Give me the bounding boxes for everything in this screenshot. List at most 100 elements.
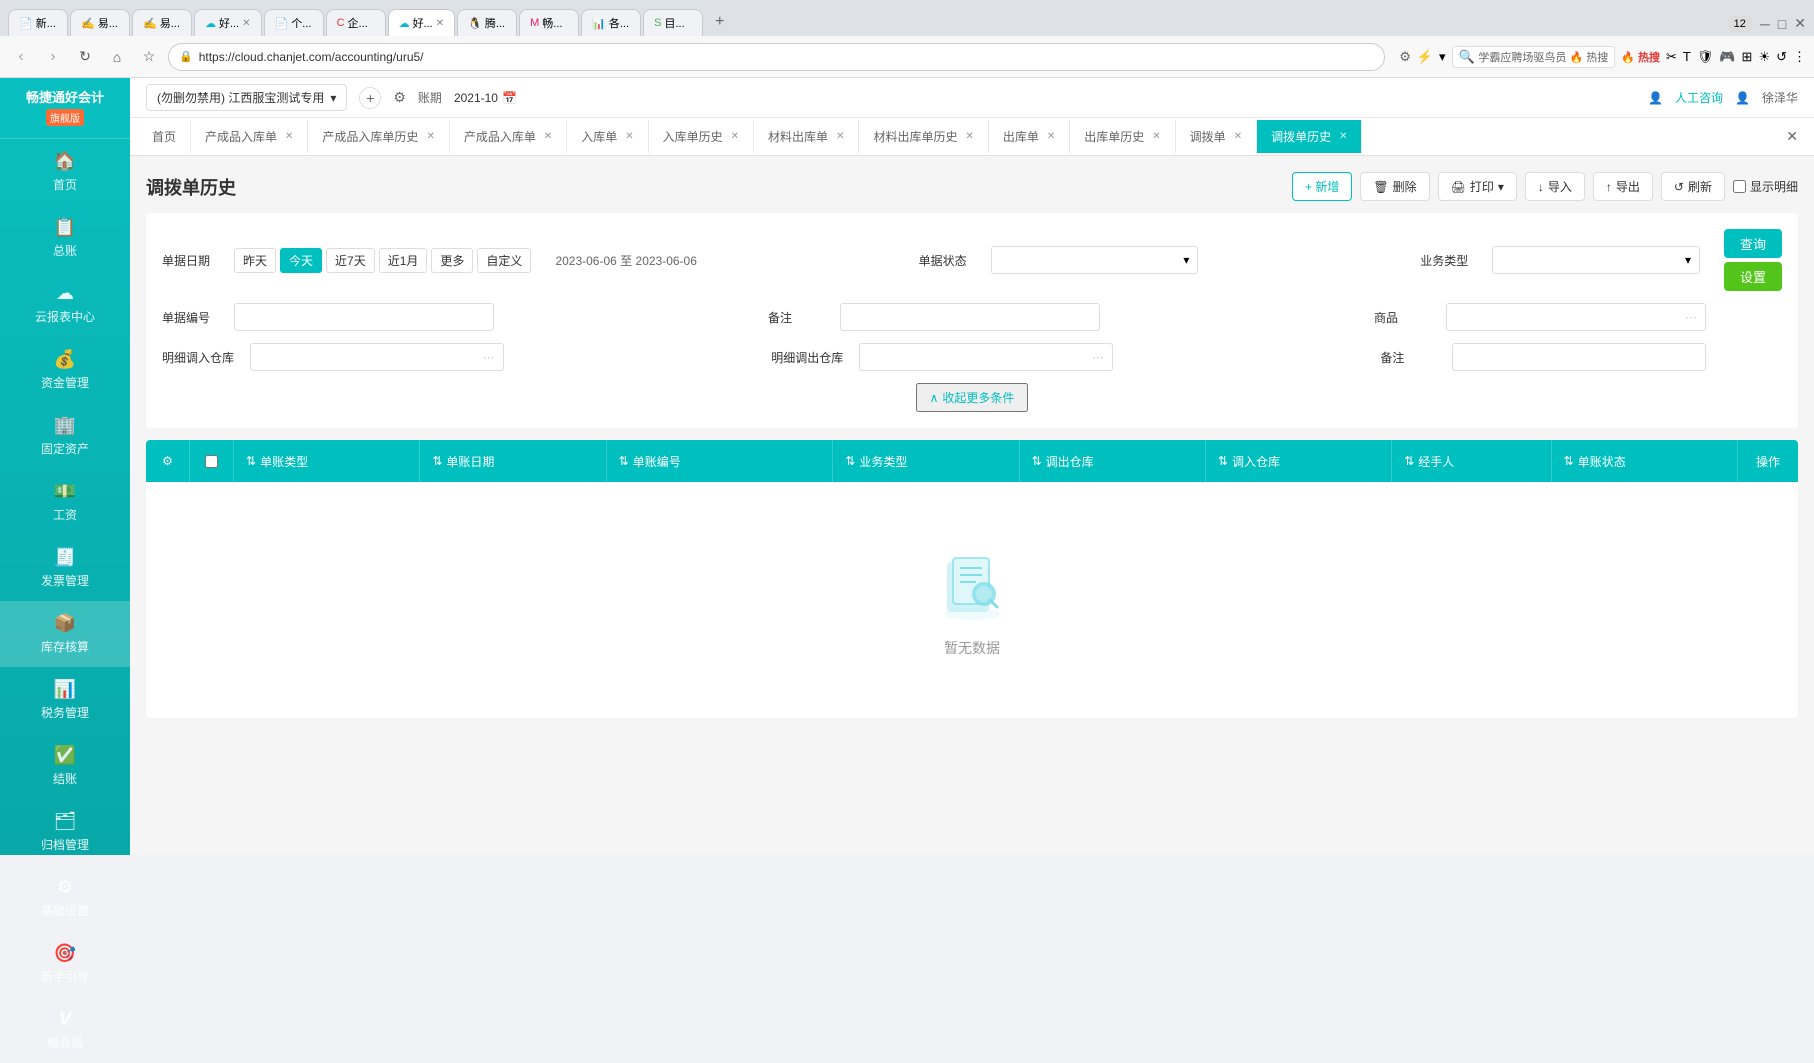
sidebar-item-funds[interactable]: 💰 资金管理 <box>0 337 130 403</box>
th-checkbox[interactable] <box>190 440 234 482</box>
tab-close-icon[interactable]: ✕ <box>965 131 973 142</box>
th-out-wh[interactable]: ⇅ 调出仓库 <box>1020 440 1206 482</box>
status-select[interactable]: ▾ <box>991 246 1199 274</box>
tab-close[interactable]: ✕ <box>242 18 250 29</box>
page-tab-mat-out[interactable]: 材料出库单 ✕ <box>754 120 859 153</box>
page-tab-prod-in[interactable]: 产成品入库单 ✕ <box>191 120 308 153</box>
nav-refresh[interactable]: ↻ <box>72 44 98 70</box>
period-value[interactable]: 2021-10 📅 <box>454 91 517 105</box>
tab-close-icon[interactable]: ✕ <box>1047 131 1055 142</box>
company-settings-btn[interactable]: ⚙ <box>393 89 406 106</box>
tab-close-icon[interactable]: ✕ <box>285 131 293 142</box>
th-biz-type[interactable]: ⇅ 业务类型 <box>833 440 1019 482</box>
page-tab-transfer-hist[interactable]: 调拨单历史 ✕ <box>1257 120 1362 153</box>
th-doc-status[interactable]: ⇅ 单账状态 <box>1552 440 1738 482</box>
browser-tab[interactable]: 📄 新... <box>8 9 68 36</box>
query-btn[interactable]: 查询 <box>1724 229 1782 258</box>
page-tab-in[interactable]: 入库单 ✕ <box>567 120 648 153</box>
window-maximize[interactable]: □ <box>1778 16 1786 32</box>
tab-close-icon[interactable]: ✕ <box>836 131 844 142</box>
sidebar-item-tax[interactable]: 📊 税务管理 <box>0 667 130 733</box>
page-tab-transfer[interactable]: 调拨单 ✕ <box>1176 120 1257 153</box>
month-btn[interactable]: 近1月 <box>379 248 428 273</box>
sidebar-item-settings[interactable]: ⚙ 基础设置 <box>0 865 130 931</box>
nav-star[interactable]: ☆ <box>136 44 162 70</box>
tab-close[interactable]: ✕ <box>436 18 444 29</box>
tab-close-icon[interactable]: ✕ <box>625 131 633 142</box>
sidebar-item-inventory[interactable]: 📦 库存核算 <box>0 601 130 667</box>
display-detail-checkbox[interactable]: 显示明细 <box>1733 178 1798 195</box>
week-btn[interactable]: 近7天 <box>326 248 375 273</box>
export-btn[interactable]: ↑ 导出 <box>1593 172 1653 201</box>
browser-tab[interactable]: M 畅... <box>519 9 579 36</box>
th-in-wh[interactable]: ⇅ 调入仓库 <box>1206 440 1392 482</box>
address-bar[interactable] <box>199 50 1375 64</box>
th-doc-no[interactable]: ⇅ 单账编号 <box>607 440 834 482</box>
tab-close-icon[interactable]: ✕ <box>731 131 739 142</box>
nav-home[interactable]: ⌂ <box>104 44 130 70</box>
sidebar-item-close[interactable]: ✅ 结账 <box>0 733 130 799</box>
collapse-btn[interactable]: ∧ 收起更多条件 <box>916 383 1029 412</box>
browser-tab[interactable]: ☁ 好... ✕ <box>194 9 262 36</box>
out-wh-input[interactable]: ··· <box>859 343 1113 371</box>
close-all-tabs-btn[interactable]: ✕ <box>1778 128 1806 145</box>
browser-tab[interactable]: 🐧 腾... <box>457 9 517 36</box>
tab-close-icon[interactable]: ✕ <box>426 131 434 142</box>
th-handler[interactable]: ⇅ 经手人 <box>1392 440 1551 482</box>
display-detail-input[interactable] <box>1733 180 1746 193</box>
tab-close-icon[interactable]: ✕ <box>1152 131 1160 142</box>
sidebar-item-ledger[interactable]: 📋 总账 <box>0 205 130 271</box>
import-btn[interactable]: ↓ 导入 <box>1525 172 1585 201</box>
browser-tab[interactable]: 📄 个... <box>264 9 324 36</box>
th-doc-date[interactable]: ⇅ 单账日期 <box>420 440 606 482</box>
sidebar-item-payroll[interactable]: 💵 工资 <box>0 469 130 535</box>
window-minimize[interactable]: ─ <box>1760 16 1770 32</box>
tab-close-icon[interactable]: ✕ <box>1234 131 1242 142</box>
th-settings[interactable]: ⚙ <box>146 440 190 482</box>
new-btn[interactable]: + 新增 <box>1292 172 1352 201</box>
sidebar-item-assets[interactable]: 🏢 固定资产 <box>0 403 130 469</box>
today-btn[interactable]: 今天 <box>280 248 322 273</box>
page-tab-out[interactable]: 出库单 ✕ <box>989 120 1070 153</box>
browser-tab-active[interactable]: ☁ 好... ✕ <box>388 9 456 36</box>
browser-tab[interactable]: 📊 各... <box>581 9 641 36</box>
browser-tab[interactable]: S 目... <box>643 9 703 36</box>
sidebar-item-reports[interactable]: ☁ 云报表中心 <box>0 271 130 337</box>
sidebar-item-home[interactable]: 🏠 首页 <box>0 139 130 205</box>
page-tab-in-hist[interactable]: 入库单历史 ✕ <box>649 120 754 153</box>
nav-forward[interactable]: › <box>40 44 66 70</box>
page-tab-home[interactable]: 首页 <box>138 120 191 153</box>
sidebar-item-member[interactable]: V 畅会员 <box>0 997 130 1063</box>
page-tab-prod-in-hist[interactable]: 产成品入库单历史 ✕ <box>308 120 449 153</box>
settings-filter-btn[interactable]: 设置 <box>1724 262 1782 291</box>
page-tab-prod-in2[interactable]: 产成品入库单 ✕ <box>450 120 567 153</box>
goods-select[interactable]: ··· <box>1446 303 1706 331</box>
biz-type-select[interactable]: ▾ <box>1492 246 1700 274</box>
nav-back[interactable]: ‹ <box>8 44 34 70</box>
remark-input[interactable] <box>840 303 1100 331</box>
select-all-checkbox[interactable] <box>205 455 218 468</box>
browser-tab[interactable]: ✍ 易... <box>70 9 130 36</box>
company-selector[interactable]: (勿删勿禁用) 江西服宝测试专用 ▾ <box>146 84 347 111</box>
th-doc-type[interactable]: ⇅ 单账类型 <box>234 440 420 482</box>
window-close[interactable]: ✕ <box>1794 15 1806 32</box>
more-btn[interactable]: 更多 <box>431 248 473 273</box>
service-label[interactable]: 人工咨询 <box>1675 89 1723 106</box>
page-tab-mat-out-hist[interactable]: 材料出库单历史 ✕ <box>859 120 988 153</box>
sidebar-item-archive[interactable]: 🗂 归档管理 <box>0 799 130 865</box>
custom-btn[interactable]: 自定义 <box>477 248 531 273</box>
browser-tab[interactable]: ✍ 易... <box>132 9 192 36</box>
add-company-btn[interactable]: + <box>359 87 381 109</box>
new-tab-button[interactable]: + <box>705 8 734 36</box>
delete-btn[interactable]: 🗑 删除 <box>1360 172 1429 201</box>
sidebar-item-guide[interactable]: 🎯 新手引导 <box>0 931 130 997</box>
page-tab-out-hist[interactable]: 出库单历史 ✕ <box>1070 120 1175 153</box>
refresh-btn[interactable]: ↺ 刷新 <box>1661 172 1725 201</box>
tab-close-icon[interactable]: ✕ <box>1339 131 1347 142</box>
browser-tab[interactable]: C 企... <box>326 9 386 36</box>
in-wh-input[interactable]: ··· <box>250 343 504 371</box>
tab-close-icon[interactable]: ✕ <box>544 131 552 142</box>
remark2-input[interactable] <box>1452 343 1706 371</box>
docno-input[interactable] <box>234 303 494 331</box>
sidebar-item-invoice[interactable]: 🧾 发票管理 <box>0 535 130 601</box>
